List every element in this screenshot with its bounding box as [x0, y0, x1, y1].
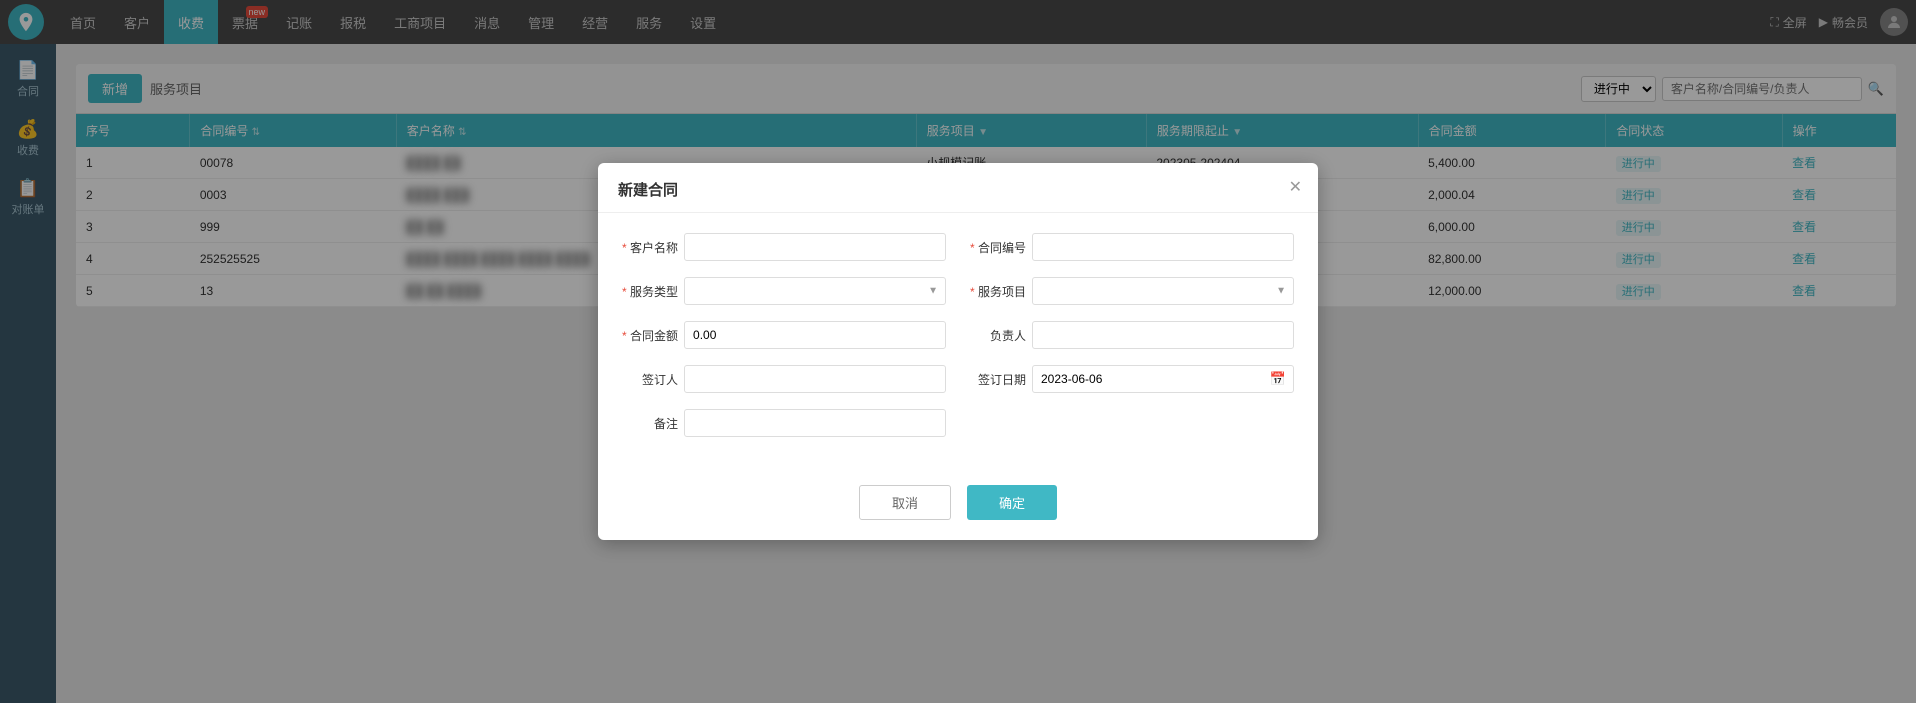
contract-no-input[interactable] — [1032, 233, 1294, 261]
form-group-amount: 合同金额 — [622, 321, 946, 349]
label-contract-no: 合同编号 — [970, 239, 1026, 256]
label-responsible: 负责人 — [970, 327, 1026, 344]
form-group-signer: 签订人 — [622, 365, 946, 393]
form-group-customer: 客户名称 — [622, 233, 946, 261]
modal-overlay[interactable]: 新建合同 ✕ 客户名称 合同编号 服务类型 — [0, 0, 1916, 703]
form-row-3: 合同金额 负责人 — [622, 321, 1294, 349]
contract-amount-input[interactable] — [684, 321, 946, 349]
form-group-service-item: 服务项目 ▼ — [970, 277, 1294, 305]
cancel-button[interactable]: 取消 — [859, 485, 951, 520]
form-group-sign-date: 签订日期 📅 — [970, 365, 1294, 393]
modal-body: 客户名称 合同编号 服务类型 ▼ — [598, 213, 1318, 473]
form-group-remarks: 备注 — [622, 409, 946, 437]
modal-close-button[interactable]: ✕ — [1289, 177, 1302, 197]
label-sign-date: 签订日期 — [970, 371, 1026, 388]
label-signer: 签订人 — [622, 371, 678, 388]
form-group-contract-no: 合同编号 — [970, 233, 1294, 261]
remarks-input[interactable] — [684, 409, 946, 437]
customer-name-input[interactable] — [684, 233, 946, 261]
sign-date-input[interactable] — [1032, 365, 1294, 393]
modal-footer: 取消 确定 — [598, 473, 1318, 540]
form-group-service-type: 服务类型 ▼ — [622, 277, 946, 305]
new-contract-modal: 新建合同 ✕ 客户名称 合同编号 服务类型 — [598, 163, 1318, 540]
confirm-button[interactable]: 确定 — [967, 485, 1057, 520]
label-service-type: 服务类型 — [622, 283, 678, 300]
label-amount: 合同金额 — [622, 327, 678, 344]
responsible-input[interactable] — [1032, 321, 1294, 349]
label-service-item: 服务项目 — [970, 283, 1026, 300]
form-row-4: 签订人 签订日期 📅 — [622, 365, 1294, 393]
form-row-1: 客户名称 合同编号 — [622, 233, 1294, 261]
form-group-responsible: 负责人 — [970, 321, 1294, 349]
service-item-select[interactable] — [1032, 277, 1294, 305]
label-remarks: 备注 — [622, 415, 678, 432]
modal-header: 新建合同 — [598, 163, 1318, 213]
label-customer: 客户名称 — [622, 239, 678, 256]
modal-title: 新建合同 — [618, 182, 678, 199]
form-row-5: 备注 — [622, 409, 1294, 437]
signer-input[interactable] — [684, 365, 946, 393]
form-row-2: 服务类型 ▼ 服务项目 ▼ — [622, 277, 1294, 305]
service-type-select[interactable] — [684, 277, 946, 305]
